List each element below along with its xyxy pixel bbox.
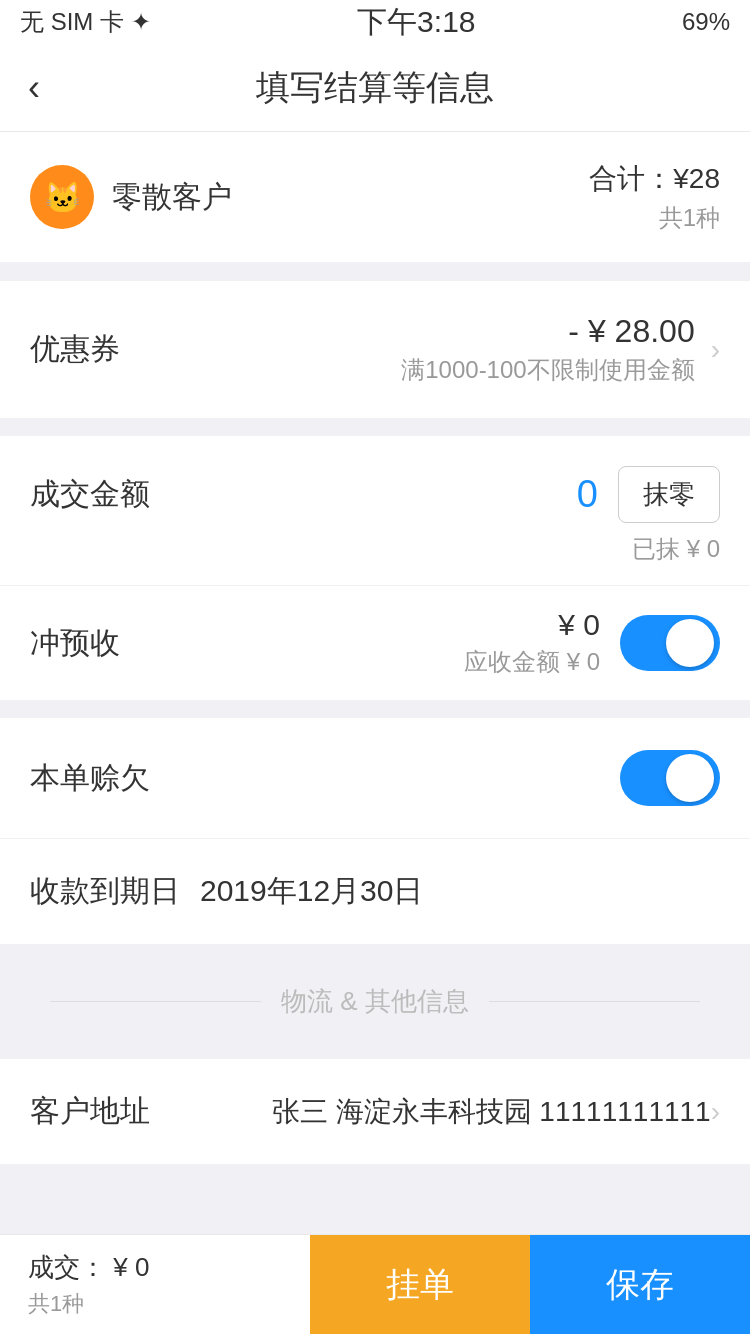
prepay-label: 冲预收 bbox=[30, 623, 120, 664]
status-left: 无 SIM 卡 ✦ bbox=[20, 6, 151, 38]
customer-card: 🐱 零散客户 合计：¥28 共1种 bbox=[0, 132, 750, 262]
hold-button[interactable]: 挂单 bbox=[310, 1235, 530, 1334]
deal-amount-sub: 已抹 ¥ 0 bbox=[0, 533, 750, 585]
deal-amount-value: 0 bbox=[577, 473, 598, 516]
back-button[interactable]: ‹ bbox=[28, 67, 40, 109]
bottom-deal-label: 成交： ¥ 0 bbox=[28, 1250, 282, 1285]
bottom-bar: 成交： ¥ 0 共1种 挂单 保存 bbox=[0, 1234, 750, 1334]
prepay-right: ¥ 0 应收金额 ¥ 0 bbox=[464, 608, 720, 678]
credit-label: 本单赊欠 bbox=[30, 758, 150, 799]
nav-bar: ‹ 填写结算等信息 bbox=[0, 44, 750, 132]
deal-amount-label: 成交金额 bbox=[30, 474, 150, 515]
deal-amount-right: 0 抹零 bbox=[577, 466, 720, 523]
coupon-right: - ¥ 28.00 满1000-100不限制使用金额 › bbox=[401, 313, 720, 386]
avatar-icon: 🐱 bbox=[44, 180, 81, 215]
address-value: 张三 海淀永丰科技园 11111111111 bbox=[170, 1093, 711, 1131]
coupon-label: 优惠券 bbox=[30, 329, 120, 370]
customer-total: 合计：¥28 共1种 bbox=[589, 160, 720, 234]
credit-row: 本单赊欠 bbox=[0, 718, 750, 838]
coupon-value: - ¥ 28.00 bbox=[401, 313, 694, 350]
logistics-label: 物流 & 其他信息 bbox=[281, 984, 469, 1019]
logistics-header: 物流 & 其他信息 bbox=[0, 962, 750, 1041]
credit-toggle[interactable] bbox=[620, 750, 720, 806]
duedate-value: 2019年12月30日 bbox=[200, 871, 423, 912]
coupon-value-group: - ¥ 28.00 满1000-100不限制使用金额 bbox=[401, 313, 694, 386]
address-chevron-icon: › bbox=[711, 1096, 720, 1128]
chevron-right-icon: › bbox=[711, 334, 720, 366]
bottom-info: 成交： ¥ 0 共1种 bbox=[0, 1235, 310, 1334]
prepay-value-group: ¥ 0 应收金额 ¥ 0 bbox=[464, 608, 600, 678]
divider-right bbox=[489, 1001, 700, 1002]
round-button[interactable]: 抹零 bbox=[618, 466, 720, 523]
address-row[interactable]: 客户地址 张三 海淀永丰科技园 11111111111 › bbox=[0, 1059, 750, 1164]
total-label: 合计：¥28 bbox=[589, 160, 720, 198]
customer-left: 🐱 零散客户 bbox=[30, 165, 232, 229]
content-area: 🐱 零散客户 合计：¥28 共1种 优惠券 - ¥ 28.00 满1000-10… bbox=[0, 132, 750, 1334]
credit-toggle-knob bbox=[666, 754, 714, 802]
divider-left bbox=[50, 1001, 261, 1002]
customer-name: 零散客户 bbox=[112, 177, 232, 218]
bottom-deal-prefix: 成交： bbox=[28, 1252, 106, 1282]
save-button[interactable]: 保存 bbox=[530, 1235, 750, 1334]
address-label: 客户地址 bbox=[30, 1091, 150, 1132]
status-time: 下午3:18 bbox=[357, 2, 475, 43]
deal-amount-row: 成交金额 0 抹零 bbox=[0, 436, 750, 533]
deal-amount-section: 成交金额 0 抹零 已抹 ¥ 0 冲预收 ¥ 0 应收金额 ¥ 0 bbox=[0, 436, 750, 700]
duedate-label: 收款到期日 bbox=[30, 871, 180, 912]
address-card[interactable]: 客户地址 张三 海淀永丰科技园 11111111111 › bbox=[0, 1059, 750, 1164]
coupon-row[interactable]: 优惠券 - ¥ 28.00 满1000-100不限制使用金额 › bbox=[0, 280, 750, 418]
prepay-toggle[interactable] bbox=[620, 615, 720, 671]
coupon-card[interactable]: 优惠券 - ¥ 28.00 满1000-100不限制使用金额 › bbox=[0, 280, 750, 418]
prepay-value: ¥ 0 bbox=[464, 608, 600, 642]
bottom-deal-value: ¥ 0 bbox=[113, 1252, 149, 1282]
bottom-count: 共1种 bbox=[28, 1289, 282, 1319]
duedate-row: 收款到期日 2019年12月30日 bbox=[0, 838, 750, 944]
toggle-knob bbox=[666, 619, 714, 667]
coupon-sub: 满1000-100不限制使用金额 bbox=[401, 354, 694, 386]
total-count: 共1种 bbox=[589, 202, 720, 234]
prepay-sub: 应收金额 ¥ 0 bbox=[464, 646, 600, 678]
status-bar: 无 SIM 卡 ✦ 下午3:18 69% bbox=[0, 0, 750, 44]
credit-section: 本单赊欠 收款到期日 2019年12月30日 bbox=[0, 718, 750, 944]
status-right: 69% bbox=[682, 8, 730, 36]
page-title: 填写结算等信息 bbox=[256, 65, 494, 111]
logistics-section: 物流 & 其他信息 bbox=[0, 962, 750, 1041]
prepay-row: 冲预收 ¥ 0 应收金额 ¥ 0 bbox=[0, 585, 750, 700]
avatar: 🐱 bbox=[30, 165, 94, 229]
customer-row: 🐱 零散客户 合计：¥28 共1种 bbox=[0, 132, 750, 262]
